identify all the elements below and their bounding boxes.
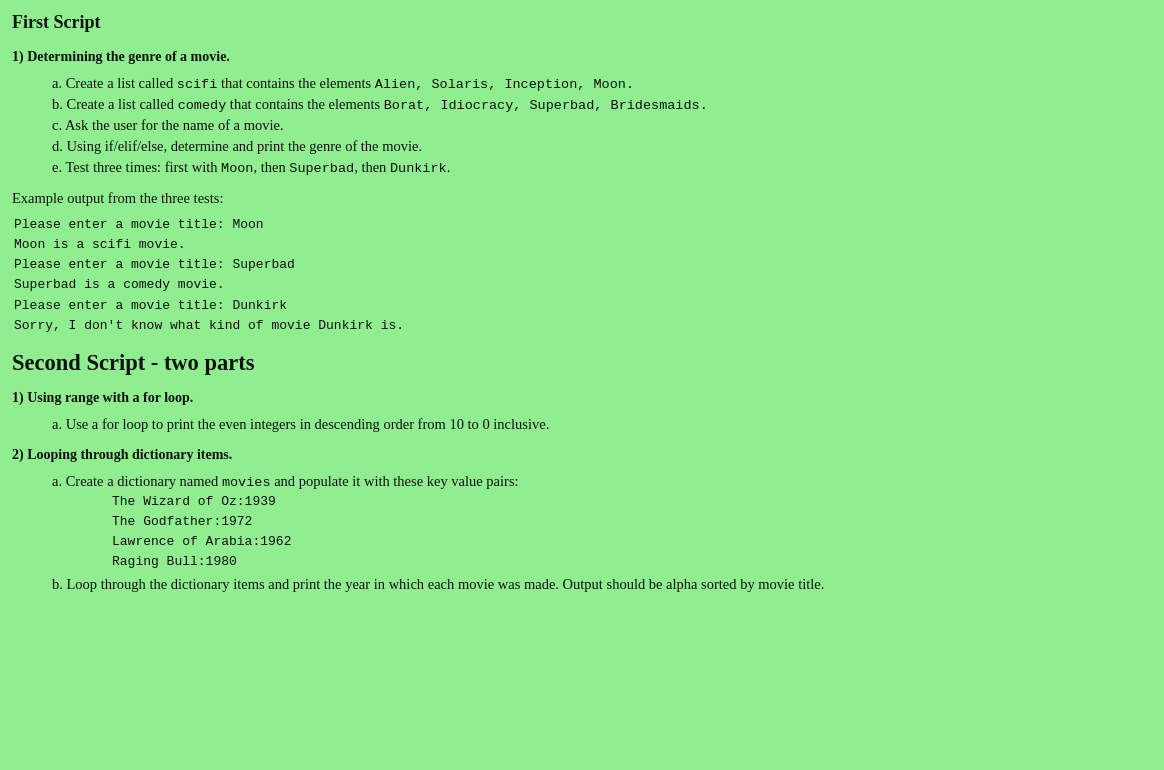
item-text: that contains the elements <box>217 75 374 91</box>
code-line: Sorry, I don't know what kind of movie D… <box>14 316 1152 336</box>
item-text-4: . <box>447 159 451 175</box>
item-label: b. Create a list called <box>52 96 178 112</box>
section2-2-heading: 2) Looping through dictionary items. <box>12 447 1152 463</box>
code-comedy: comedy <box>178 98 227 113</box>
item-text: that contains the elements <box>226 96 383 112</box>
dict-entry: Lawrence of Arabia:1962 <box>112 532 1152 552</box>
item-text: a. Use a for loop to print the even inte… <box>52 416 549 432</box>
code-elements-scifi: Alien, Solaris, Inception, Moon. <box>375 77 634 92</box>
list-item: a. Create a dictionary named movies and … <box>52 473 1152 573</box>
code-moon: Moon <box>221 161 253 176</box>
instruction-list-3: a. Create a dictionary named movies and … <box>12 473 1152 594</box>
section2-1-heading: 1) Using range with a for loop. <box>12 390 1152 406</box>
list-item: a. Create a list called scifi that conta… <box>52 75 1152 92</box>
second-script-title: Second Script - two parts <box>12 350 1152 376</box>
dict-entry: The Wizard of Oz:1939 <box>112 492 1152 512</box>
list-item: b. Create a list called comedy that cont… <box>52 96 1152 113</box>
item-text: b. Loop through the dictionary items and… <box>52 576 824 592</box>
code-dunkirk: Dunkirk <box>390 161 447 176</box>
first-script-title: First Script <box>12 12 1152 33</box>
list-item: d. Using if/elif/else, determine and pri… <box>52 138 1152 155</box>
code-line: Please enter a movie title: Moon <box>14 215 1152 235</box>
section1-heading: 1) Determining the genre of a movie. <box>12 49 1152 65</box>
code-line: Superbad is a comedy movie. <box>14 275 1152 295</box>
item-text: e. Test three times: first with <box>52 159 221 175</box>
list-item: b. Loop through the dictionary items and… <box>52 576 1152 593</box>
item-text: d. Using if/elif/else, determine and pri… <box>52 138 422 154</box>
code-line: Moon is a scifi movie. <box>14 235 1152 255</box>
code-output-block: Please enter a movie title: Moon Moon is… <box>14 215 1152 336</box>
code-superbad: Superbad <box>289 161 354 176</box>
item-text: c. Ask the user for the name of a movie. <box>52 117 284 133</box>
list-item: a. Use a for loop to print the even inte… <box>52 416 1152 433</box>
code-line: Please enter a movie title: Superbad <box>14 255 1152 275</box>
dict-entry: Raging Bull:1980 <box>112 552 1152 572</box>
list-item: e. Test three times: first with Moon, th… <box>52 159 1152 176</box>
code-scifi: scifi <box>177 77 218 92</box>
instruction-list-2: a. Use a for loop to print the even inte… <box>12 416 1152 433</box>
item-text-3: , then <box>354 159 390 175</box>
code-elements-comedy: Borat, Idiocracy, Superbad, Bridesmaids. <box>384 98 708 113</box>
item-text-2: and populate it with these key value pai… <box>271 473 519 489</box>
dict-entry: The Godfather:1972 <box>112 512 1152 532</box>
dict-block: The Wizard of Oz:1939 The Godfather:1972… <box>112 492 1152 573</box>
item-text: a. Create a dictionary named <box>52 473 222 489</box>
code-line: Please enter a movie title: Dunkirk <box>14 296 1152 316</box>
item-label: a. Create a list called <box>52 75 177 91</box>
code-movies: movies <box>222 475 271 490</box>
list-item: c. Ask the user for the name of a movie. <box>52 117 1152 134</box>
item-text-2: , then <box>253 159 289 175</box>
instruction-list-1: a. Create a list called scifi that conta… <box>12 75 1152 176</box>
example-label: Example output from the three tests: <box>12 190 1152 207</box>
